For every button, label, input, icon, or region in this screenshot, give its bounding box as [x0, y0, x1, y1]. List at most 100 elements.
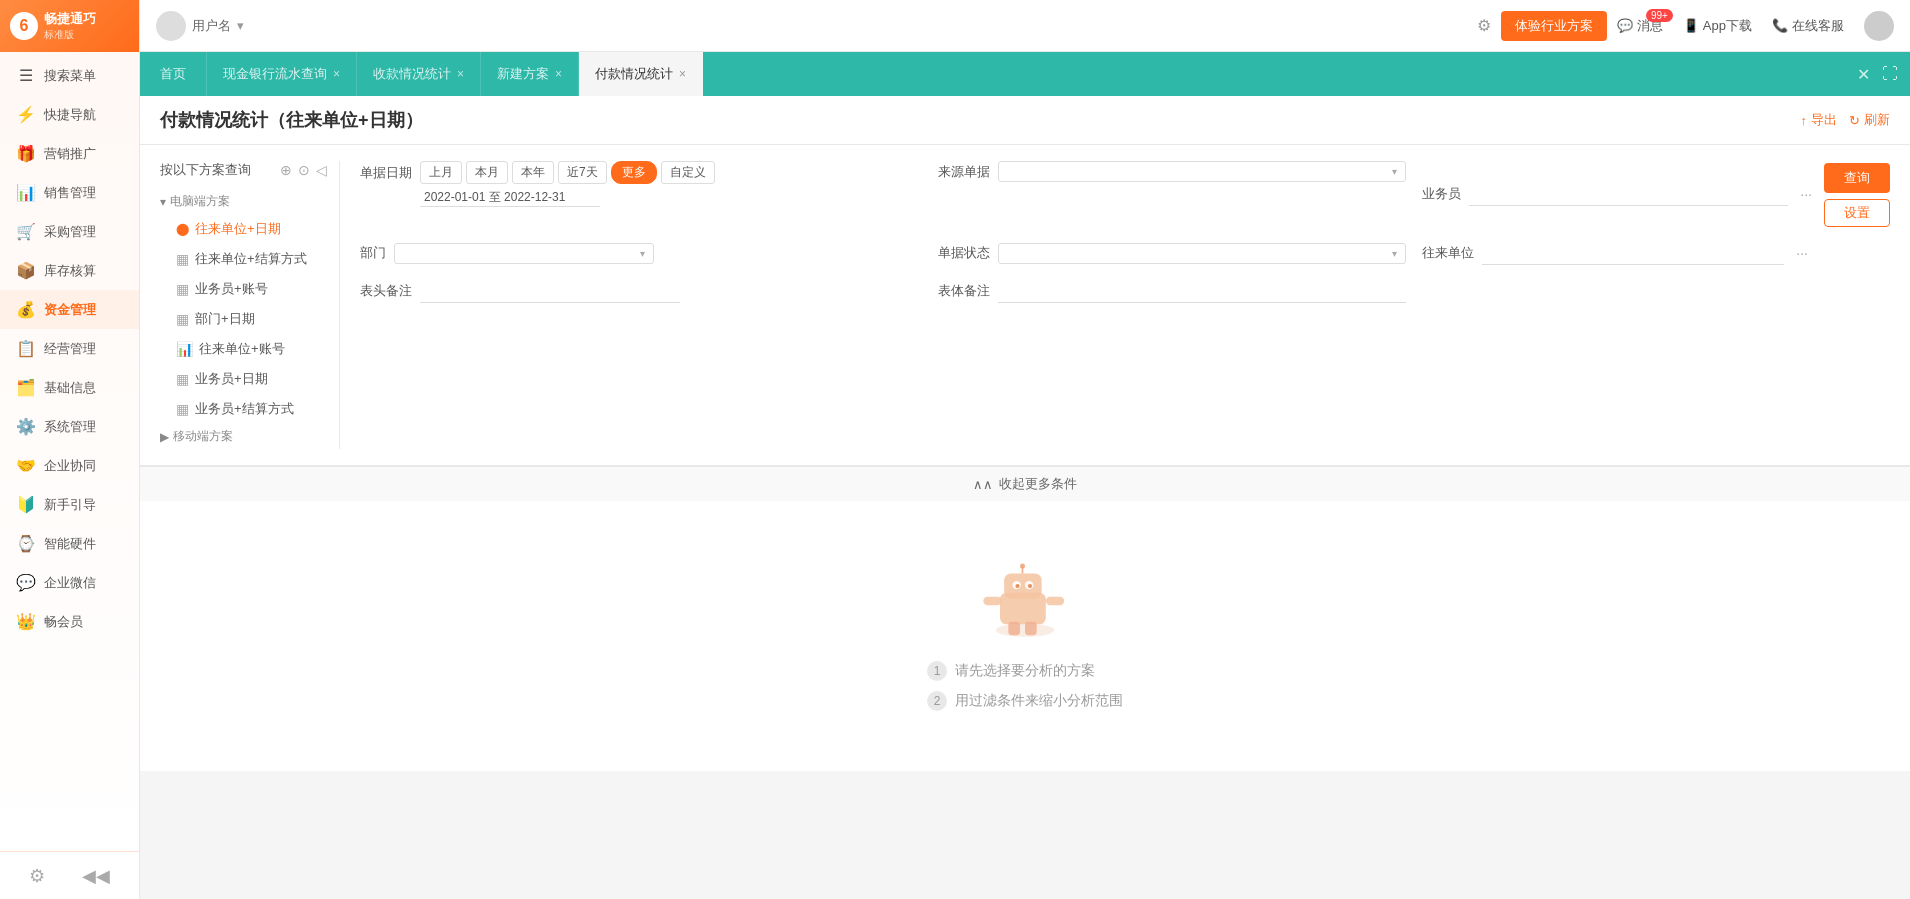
settings-gear-icon[interactable]: ⚙	[1477, 16, 1491, 35]
tab-payment-stat[interactable]: 付款情况统计 ×	[579, 52, 703, 96]
user-profile-avatar[interactable]	[1864, 11, 1894, 41]
sidebar-item-operation[interactable]: 📋 经营管理	[0, 329, 139, 368]
sidebar-item-label: 销售管理	[44, 184, 96, 202]
date-btn-more[interactable]: 更多	[611, 161, 657, 184]
scheme-item-salesman-account[interactable]: ▦ 业务员+账号	[160, 274, 327, 304]
filter-section: 按以下方案查询 ⊕ ⊙ ◁ ▾ 电脑端方案 ⬤ 往来单位+日期	[140, 145, 1910, 501]
user-dropdown-arrow[interactable]: ▾	[237, 18, 244, 33]
tab-new-scheme-close[interactable]: ×	[555, 67, 562, 81]
sidebar-item-marketing[interactable]: 🎁 营销推广	[0, 134, 139, 173]
scheme-item-unit-date[interactable]: ⬤ 往来单位+日期	[160, 214, 327, 244]
sidebar-item-member[interactable]: 👑 畅会员	[0, 602, 139, 641]
scheme-collapse-btn[interactable]: ◁	[316, 162, 327, 178]
notifications-btn[interactable]: 💬 消息 99+	[1617, 17, 1663, 35]
sidebar-collapse-btn[interactable]: ◀◀	[82, 865, 110, 887]
search-menu-icon: ☰	[16, 66, 36, 85]
filter-panel: 按以下方案查询 ⊕ ⊙ ◁ ▾ 电脑端方案 ⬤ 往来单位+日期	[140, 145, 1910, 466]
sidebar-item-guide[interactable]: 🔰 新手引导	[0, 485, 139, 524]
sidebar-item-basic[interactable]: 🗂️ 基础信息	[0, 368, 139, 407]
tab-bank-flow-close[interactable]: ×	[333, 67, 340, 81]
tab-home[interactable]: 首页	[140, 52, 207, 96]
filter-settings-btn[interactable]: 设置	[1824, 199, 1890, 227]
date-btn-this-year[interactable]: 本年	[512, 161, 554, 184]
bill-status-label: 单据状态	[938, 244, 990, 262]
header-note-input[interactable]	[420, 279, 680, 303]
sidebar-item-label: 搜索菜单	[44, 67, 96, 85]
scheme-item-salesman-date[interactable]: ▦ 业务员+日期	[160, 364, 327, 394]
svg-point-6	[1028, 584, 1032, 588]
scheme-desktop-group[interactable]: ▾ 电脑端方案	[160, 189, 327, 214]
tab-payment-stat-label: 付款情况统计	[595, 65, 673, 83]
tab-bank-flow[interactable]: 现金银行流水查询 ×	[207, 52, 357, 96]
date-btn-this-month[interactable]: 本月	[466, 161, 508, 184]
scheme-header-actions: ⊕ ⊙ ◁	[280, 162, 327, 178]
filter-area: 单据日期 上月 本月 本年 近7天 更多 自定义	[340, 161, 1890, 449]
body-note-input[interactable]	[998, 279, 1406, 303]
refresh-label: 刷新	[1864, 111, 1890, 129]
page-header: 付款情况统计（往来单位+日期） ↑ 导出 ↻ 刷新	[140, 96, 1910, 145]
refresh-btn[interactable]: ↻ 刷新	[1849, 111, 1890, 129]
export-btn[interactable]: ↑ 导出	[1801, 111, 1838, 129]
sidebar-item-quick-nav[interactable]: ⚡ 快捷导航	[0, 95, 139, 134]
tab-receipt-stat[interactable]: 收款情况统计 ×	[357, 52, 481, 96]
collapse-conditions-btn[interactable]: ∧∧ 收起更多条件	[140, 466, 1910, 501]
scheme-header-label: 按以下方案查询	[160, 161, 251, 179]
scheme-item-icon: ▦	[176, 281, 189, 297]
date-range-input[interactable]	[420, 188, 600, 207]
body-note-label: 表体备注	[938, 282, 990, 300]
cooperation-icon: 🤝	[16, 456, 36, 475]
app-download-icon: 📱	[1683, 18, 1699, 33]
scheme-add-btn[interactable]: ⊕	[280, 162, 292, 178]
sidebar-item-cooperation[interactable]: 🤝 企业协同	[0, 446, 139, 485]
date-btn-7days[interactable]: 近7天	[558, 161, 607, 184]
partner-input[interactable]	[1482, 241, 1784, 265]
sidebar-item-label: 营销推广	[44, 145, 96, 163]
sidebar-settings-btn[interactable]: ⚙	[29, 865, 45, 887]
purchase-icon: 🛒	[16, 222, 36, 241]
tip-num-2: 2	[927, 691, 947, 711]
empty-tips: 1 请先选择要分析的方案 2 用过滤条件来缩小分析范围	[927, 661, 1123, 711]
scheme-settings-btn[interactable]: ⊙	[298, 162, 310, 178]
source-bill-arrow: ▾	[1392, 166, 1397, 177]
date-btn-custom[interactable]: 自定义	[661, 161, 715, 184]
scheme-item-label: 业务员+账号	[195, 280, 268, 298]
svg-rect-10	[1025, 622, 1037, 635]
source-bill-select[interactable]: ▾	[998, 161, 1406, 182]
sidebar-item-search-menu[interactable]: ☰ 搜索菜单	[0, 56, 139, 95]
experience-btn[interactable]: 体验行业方案	[1501, 11, 1607, 41]
online-service-btn[interactable]: 📞 在线客服	[1772, 17, 1844, 35]
scheme-item-dept-date[interactable]: ▦ 部门+日期	[160, 304, 327, 334]
scheme-item-unit-account[interactable]: 📊 往来单位+账号	[160, 334, 327, 364]
tab-payment-stat-close[interactable]: ×	[679, 67, 686, 81]
dept-select[interactable]: ▾	[394, 243, 654, 264]
tab-close-all-btn[interactable]: ✕	[1857, 65, 1870, 84]
sidebar-item-system[interactable]: ⚙️ 系统管理	[0, 407, 139, 446]
app-download-btn[interactable]: 📱 App下载	[1683, 17, 1752, 35]
date-btn-last-month[interactable]: 上月	[420, 161, 462, 184]
partner-dots-btn[interactable]: ···	[1792, 241, 1812, 265]
tab-home-label: 首页	[160, 65, 186, 83]
tab-new-scheme[interactable]: 新建方案 ×	[481, 52, 579, 96]
app-download-label: App下载	[1703, 17, 1752, 35]
sales-icon: 📊	[16, 183, 36, 202]
sidebar-item-sales[interactable]: 📊 销售管理	[0, 173, 139, 212]
sidebar-item-hardware[interactable]: ⌚ 智能硬件	[0, 524, 139, 563]
salesman-dots-btn[interactable]: ···	[1796, 182, 1816, 206]
bill-status-select[interactable]: ▾	[998, 243, 1406, 264]
tab-receipt-stat-close[interactable]: ×	[457, 67, 464, 81]
sidebar-item-purchase[interactable]: 🛒 采购管理	[0, 212, 139, 251]
scheme-item-salesman-payment[interactable]: ▦ 业务员+结算方式	[160, 394, 327, 424]
chevron-down-icon: ▾	[160, 195, 166, 209]
sidebar-item-inventory[interactable]: 📦 库存核算	[0, 251, 139, 290]
scheme-mobile-group[interactable]: ▶ 移动端方案	[160, 424, 327, 449]
sidebar-item-finance[interactable]: 💰 资金管理	[0, 290, 139, 329]
salesman-input[interactable]	[1469, 182, 1788, 206]
sidebar-item-wechat[interactable]: 💬 企业微信	[0, 563, 139, 602]
page-title: 付款情况统计（往来单位+日期）	[160, 108, 423, 132]
tab-maximize-btn[interactable]: ⛶	[1882, 65, 1898, 83]
svg-point-5	[1015, 584, 1019, 588]
date-buttons: 上月 本月 本年 近7天 更多 自定义	[420, 161, 715, 184]
guide-icon: 🔰	[16, 495, 36, 514]
query-btn[interactable]: 查询	[1824, 163, 1890, 193]
scheme-item-unit-payment[interactable]: ▦ 往来单位+结算方式	[160, 244, 327, 274]
